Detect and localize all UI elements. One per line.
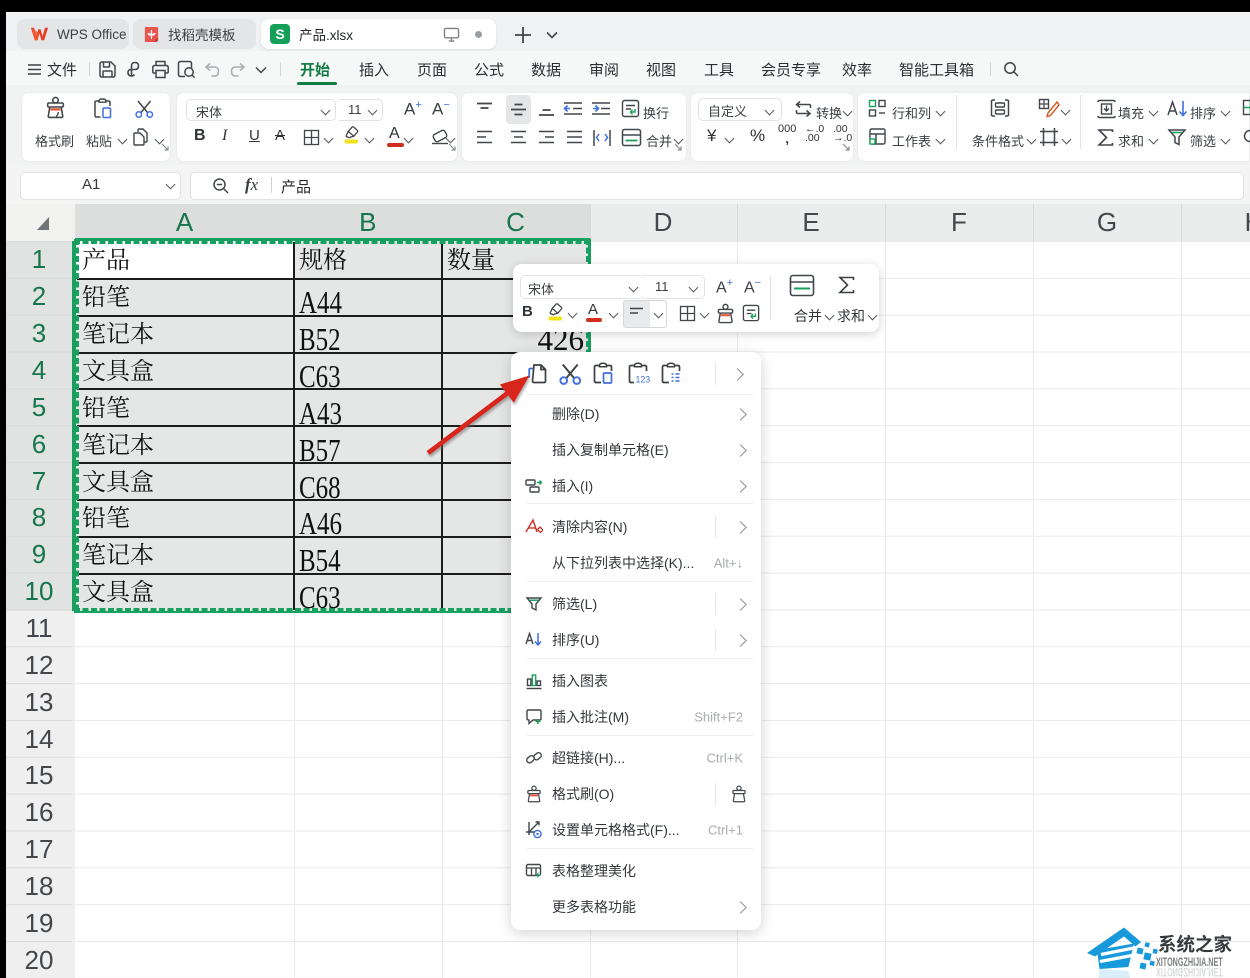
svg-text:123: 123 (636, 375, 651, 385)
